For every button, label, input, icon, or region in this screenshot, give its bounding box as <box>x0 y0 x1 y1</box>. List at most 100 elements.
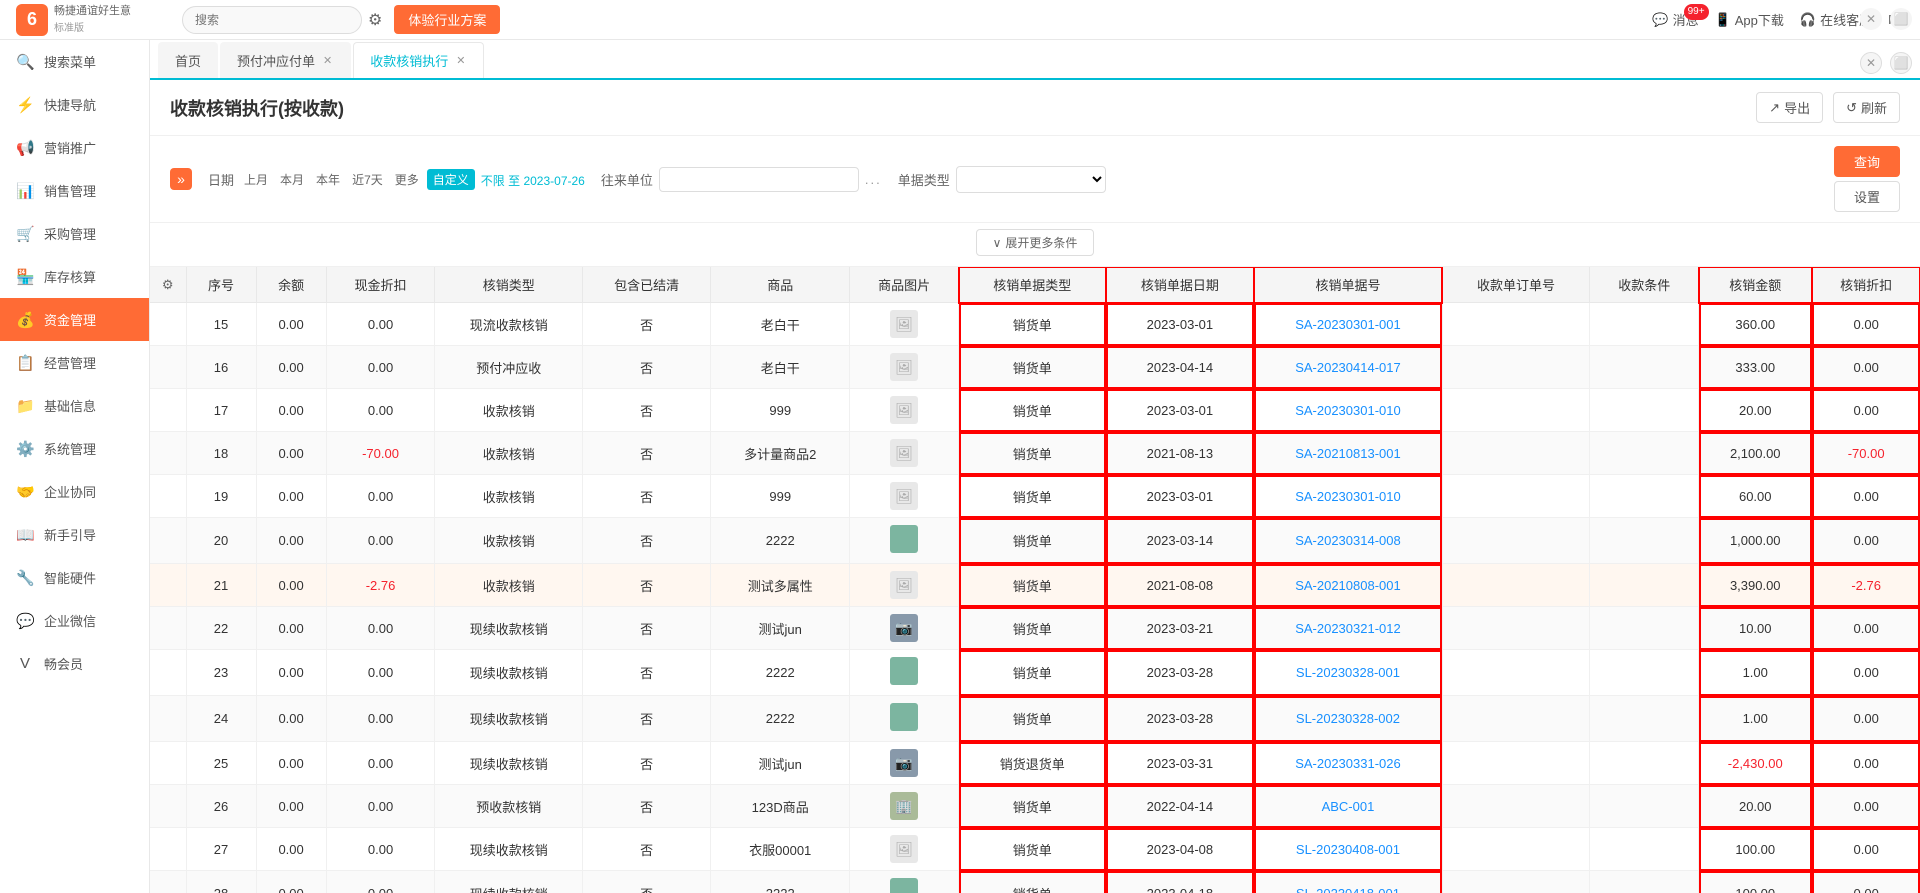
bill-no-link[interactable]: SA-20230301-010 <box>1295 403 1401 418</box>
td-write-off-amount: 1.00 <box>1699 696 1812 742</box>
td-write-off-type: 现续收款核销 <box>435 650 583 696</box>
sidebar-item-sales[interactable]: 📊 销售管理 <box>0 169 149 212</box>
system-icon: ⚙️ <box>16 440 34 458</box>
th-write-off-amount: 核销金额 <box>1699 267 1812 303</box>
sidebar-item-enterprise[interactable]: 🤝 企业协同 <box>0 470 149 513</box>
td-bill-no[interactable]: SA-20230301-010 <box>1254 389 1443 432</box>
filter-expand-button[interactable]: » <box>170 168 192 190</box>
data-table: ⚙ 序号 余额 现金折扣 核销类型 包含已结清 商品 商品图片 核销单据类型 核… <box>150 267 1920 893</box>
bill-no-link[interactable]: SA-20230301-001 <box>1295 317 1401 332</box>
bill-no-link[interactable]: ABC-001 <box>1322 799 1375 814</box>
tab-prepayment[interactable]: 预付冲应付单 ✕ <box>220 42 351 78</box>
gear-button[interactable]: ⚙ <box>368 10 382 30</box>
messages-link[interactable]: 💬 消息 99+ <box>1652 10 1698 29</box>
td-write-off-amount: 360.00 <box>1699 303 1812 346</box>
bill-no-link[interactable]: SA-20230321-012 <box>1295 621 1401 636</box>
td-write-off-type: 现续收款核销 <box>435 742 583 785</box>
td-bill-date: 2023-03-01 <box>1106 475 1254 518</box>
sidebar-item-basic-info[interactable]: 📁 基础信息 <box>0 384 149 427</box>
window-close-btn[interactable]: ✕ <box>1860 8 1882 30</box>
bill-type-select[interactable]: 销货单 销货退货单 <box>956 166 1106 193</box>
product-image <box>890 525 918 553</box>
search-input[interactable] <box>182 6 362 34</box>
sidebar-item-purchase[interactable]: 🛒 采购管理 <box>0 212 149 255</box>
bill-no-link[interactable]: SA-20230301-010 <box>1295 489 1401 504</box>
td-balance: 0.00 <box>256 742 326 785</box>
td-bill-no[interactable]: SA-20230331-026 <box>1254 742 1443 785</box>
tab-area-max-btn[interactable]: ⬜ <box>1890 52 1912 74</box>
table-area[interactable]: ⚙ 序号 余额 现金折扣 核销类型 包含已结清 商品 商品图片 核销单据类型 核… <box>150 267 1920 893</box>
date-last-month[interactable]: 上月 <box>240 169 272 190</box>
sidebar-item-inventory[interactable]: 🏪 库存核算 <box>0 255 149 298</box>
bill-no-link[interactable]: SA-20210808-001 <box>1295 578 1401 593</box>
tab-home[interactable]: 首页 <box>158 42 218 78</box>
td-bill-no[interactable]: SA-20230301-001 <box>1254 303 1443 346</box>
sidebar-item-operations[interactable]: 📋 经营管理 <box>0 341 149 384</box>
bill-type-filter-group: 单据类型 销货单 销货退货单 <box>898 166 1106 193</box>
tab-area-close-btn[interactable]: ✕ <box>1860 52 1882 74</box>
window-max-btn[interactable]: ⬜ <box>1890 8 1912 30</box>
td-included-settled: 否 <box>583 650 711 696</box>
bill-no-link[interactable]: SA-20230314-008 <box>1295 533 1401 548</box>
date-7days[interactable]: 近7天 <box>348 169 387 190</box>
column-settings-icon[interactable]: ⚙ <box>162 277 174 292</box>
td-bill-no[interactable]: SA-20230414-017 <box>1254 346 1443 389</box>
sidebar: 🔍 搜索菜单 ⚡ 快捷导航 📢 营销推广 📊 销售管理 🛒 采购管理 🏪 库存核… <box>0 40 150 893</box>
tab-prepayment-close[interactable]: ✕ <box>321 52 334 69</box>
td-bill-no[interactable]: SL-20230408-001 <box>1254 828 1443 871</box>
sidebar-item-quick-nav[interactable]: ⚡ 快捷导航 <box>0 83 149 126</box>
bill-no-link[interactable]: SL-20230418-001 <box>1296 886 1400 893</box>
export-button[interactable]: ↗ 导出 <box>1756 92 1823 123</box>
product-image: 📷 <box>890 749 918 777</box>
td-included-settled: 否 <box>583 607 711 650</box>
bill-no-link[interactable]: SL-20230408-001 <box>1296 842 1400 857</box>
query-button[interactable]: 查询 <box>1834 146 1900 177</box>
date-more[interactable]: 更多 <box>391 169 423 190</box>
td-receipt-condition <box>1590 828 1699 871</box>
tab-bar: 首页 预付冲应付单 ✕ 收款核销执行 ✕ ✕ ⬜ <box>150 40 1920 80</box>
td-settings <box>150 475 186 518</box>
bill-no-link[interactable]: SA-20230331-026 <box>1295 756 1401 771</box>
date-this-month[interactable]: 本月 <box>276 169 308 190</box>
date-custom[interactable]: 自定义 <box>427 169 475 190</box>
td-bill-no[interactable]: SL-20230328-002 <box>1254 696 1443 742</box>
refresh-button[interactable]: ↺ 刷新 <box>1833 92 1900 123</box>
bill-no-link[interactable]: SA-20210813-001 <box>1295 446 1401 461</box>
td-write-off-discount: 0.00 <box>1812 785 1920 828</box>
sidebar-item-marketing[interactable]: 📢 营销推广 <box>0 126 149 169</box>
bill-no-link[interactable]: SA-20230414-017 <box>1295 360 1401 375</box>
bill-no-link[interactable]: SL-20230328-001 <box>1296 665 1400 680</box>
tab-write-off-close[interactable]: ✕ <box>454 52 467 69</box>
td-write-off-amount: 10.00 <box>1699 607 1812 650</box>
sidebar-item-system[interactable]: ⚙️ 系统管理 <box>0 427 149 470</box>
industry-btn[interactable]: 体验行业方案 <box>394 5 500 34</box>
app-download-link[interactable]: 📱 App下载 <box>1715 10 1784 29</box>
sidebar-item-finance[interactable]: 💰 资金管理 <box>0 298 149 341</box>
date-this-year[interactable]: 本年 <box>312 169 344 190</box>
td-bill-no[interactable]: SL-20230418-001 <box>1254 871 1443 893</box>
sidebar-item-member[interactable]: V 畅会员 <box>0 642 149 685</box>
td-bill-no[interactable]: ABC-001 <box>1254 785 1443 828</box>
expand-conditions-btn[interactable]: ∨ 展开更多条件 <box>976 229 1095 256</box>
td-bill-no[interactable]: SL-20230328-001 <box>1254 650 1443 696</box>
td-product: 999 <box>711 475 850 518</box>
sidebar-item-hardware[interactable]: 🔧 智能硬件 <box>0 556 149 599</box>
settings-button[interactable]: 设置 <box>1834 181 1900 212</box>
td-bill-no[interactable]: SA-20230301-010 <box>1254 475 1443 518</box>
td-write-off-discount: 0.00 <box>1812 389 1920 432</box>
logo-sub: 标准版 <box>54 19 131 34</box>
th-settings[interactable]: ⚙ <box>150 267 186 303</box>
sidebar-item-guide[interactable]: 📖 新手引导 <box>0 513 149 556</box>
bill-no-link[interactable]: SL-20230328-002 <box>1296 711 1400 726</box>
th-write-off-discount: 核销折扣 <box>1812 267 1920 303</box>
app-icon: 📱 <box>1715 12 1731 28</box>
td-bill-no[interactable]: SA-20210808-001 <box>1254 564 1443 607</box>
td-bill-no[interactable]: SA-20210813-001 <box>1254 432 1443 475</box>
td-bill-no[interactable]: SA-20230321-012 <box>1254 607 1443 650</box>
td-write-off-discount: 0.00 <box>1812 475 1920 518</box>
tab-write-off[interactable]: 收款核销执行 ✕ <box>353 42 484 78</box>
sidebar-item-wechat[interactable]: 💬 企业微信 <box>0 599 149 642</box>
td-bill-no[interactable]: SA-20230314-008 <box>1254 518 1443 564</box>
company-input[interactable] <box>659 167 859 192</box>
sidebar-item-search[interactable]: 🔍 搜索菜单 <box>0 40 149 83</box>
